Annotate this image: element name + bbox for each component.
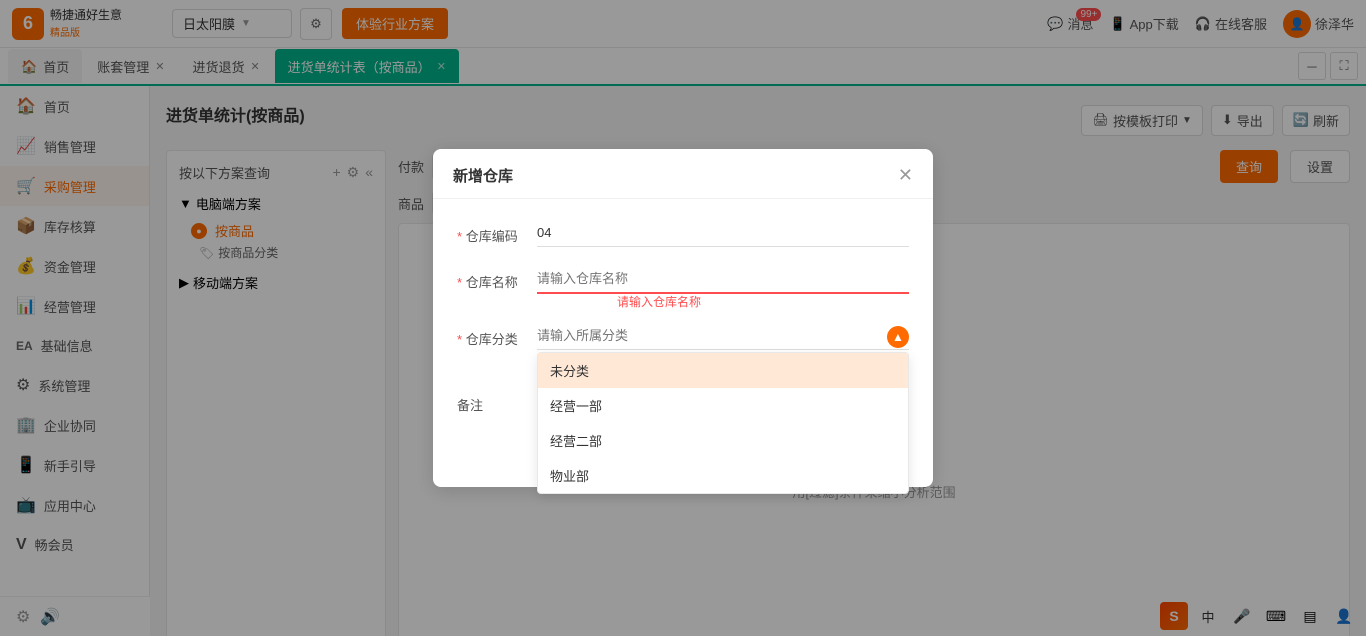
modal-close-button[interactable]: ✕ xyxy=(898,165,913,186)
category-label: * 仓库分类 xyxy=(457,322,537,348)
form-row-code: * 仓库编码 xyxy=(457,219,909,247)
remark-label: 备注 xyxy=(457,388,537,414)
modal-header: 新增仓库 ✕ xyxy=(433,149,933,199)
form-row-name: * 仓库名称 请输入仓库名称 xyxy=(457,265,909,294)
category-input[interactable] xyxy=(537,322,909,350)
category-required: * xyxy=(457,332,462,347)
name-label: * 仓库名称 xyxy=(457,265,537,291)
form-row-category: * 仓库分类 ▲ 未分类 经营一部 经营二部 物业部 xyxy=(457,322,909,350)
name-input[interactable] xyxy=(537,265,909,294)
dropdown-item-dept2[interactable]: 经营二部 xyxy=(538,423,908,458)
dropdown-item-property[interactable]: 物业部 xyxy=(538,458,908,493)
dropdown-item-dept1[interactable]: 经营一部 xyxy=(538,388,908,423)
code-input[interactable] xyxy=(537,219,909,247)
modal-new-warehouse: 新增仓库 ✕ * 仓库编码 * 仓库名称 请输入仓库名称 * xyxy=(433,149,933,487)
name-error-message: 请输入仓库名称 xyxy=(617,293,701,310)
category-dropdown: 未分类 经营一部 经营二部 物业部 xyxy=(537,352,909,494)
modal-body: * 仓库编码 * 仓库名称 请输入仓库名称 * 仓库分类 ▲ xyxy=(433,199,933,388)
category-dropdown-toggle[interactable]: ▲ xyxy=(887,326,909,348)
code-required: * xyxy=(457,229,462,244)
dropdown-item-unclassified[interactable]: 未分类 xyxy=(538,353,908,388)
modal-title: 新增仓库 xyxy=(453,165,513,186)
name-required: * xyxy=(457,275,462,290)
code-label: * 仓库编码 xyxy=(457,219,537,245)
